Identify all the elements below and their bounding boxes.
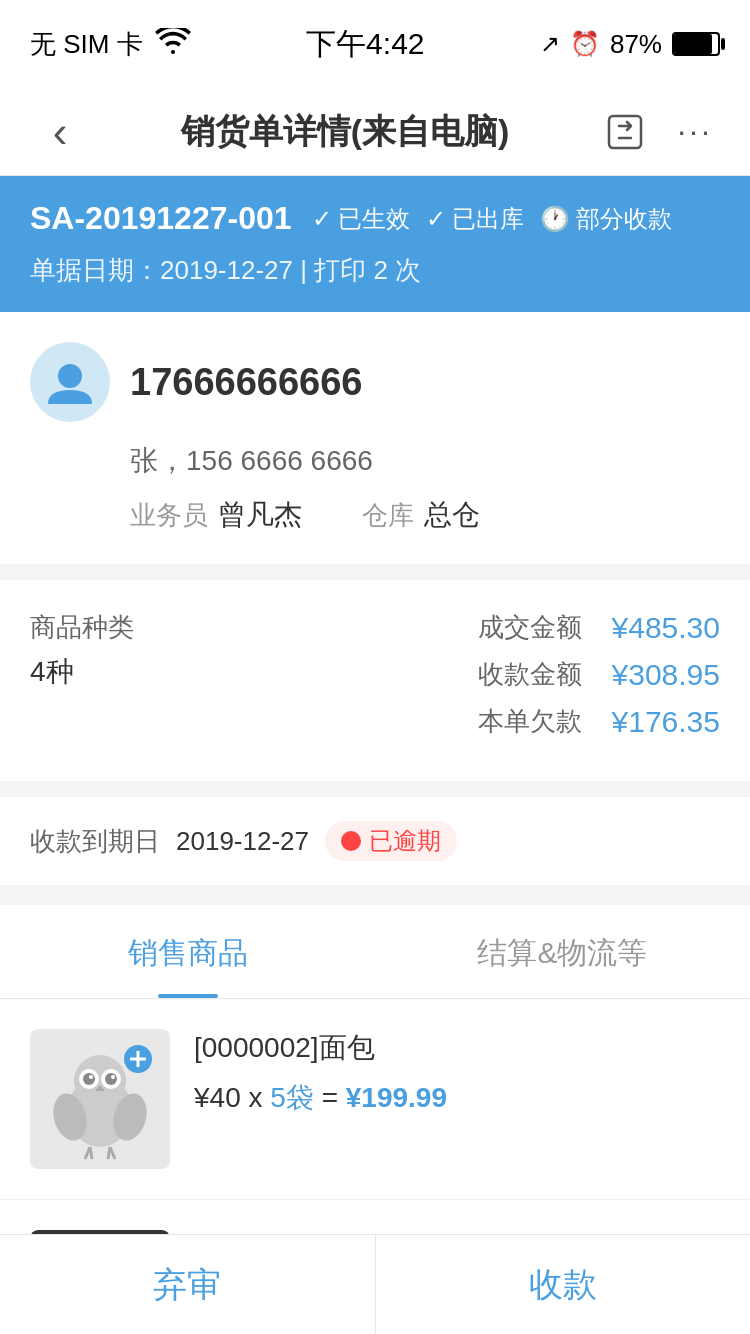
divider-1: [0, 564, 750, 580]
product-name-1: [0000002]面包: [194, 1029, 720, 1067]
debt-amount-row: 本单欠款 ¥176.35: [478, 704, 720, 739]
received-amount-row: 收款金额 ¥308.95: [478, 657, 720, 692]
nav-bar: ‹ 销货单详情(来自电脑) ···: [0, 88, 750, 176]
type-count: 4种: [30, 653, 134, 691]
order-header: SA-20191227-001 ✓ 已生效 ✓ 已出库 🕐 部分收款 单据日期：…: [0, 176, 750, 312]
status-activated: ✓ 已生效: [312, 203, 410, 235]
svg-line-15: [90, 1147, 92, 1159]
tab-sales-products[interactable]: 销售商品: [0, 905, 375, 998]
overdue-dot-icon: [341, 831, 361, 851]
svg-point-7: [83, 1073, 95, 1085]
product-price-1: ¥40 x 5袋 = ¥199.99: [194, 1079, 720, 1117]
sales-name: 曾凡杰: [218, 496, 302, 534]
received-amount-value: ¥308.95: [612, 658, 720, 692]
product-quantity-1: 5袋: [270, 1082, 314, 1113]
svg-line-17: [108, 1147, 110, 1159]
customer-name: 17666666666: [130, 361, 362, 404]
check-icon-1: ✓: [312, 205, 332, 233]
status-left: 无 SIM 卡: [30, 27, 191, 62]
divider-2: [0, 781, 750, 797]
customer-info: 17666666666: [30, 342, 720, 422]
customer-section: 17666666666 张，156 6666 6666 业务员 曾凡杰 仓库 总…: [0, 312, 750, 564]
svg-point-1: [58, 364, 82, 388]
status-shipped: ✓ 已出库: [426, 203, 524, 235]
debt-amount-value: ¥176.35: [612, 705, 720, 739]
status-time: 下午4:42: [306, 24, 424, 65]
abandon-review-button[interactable]: 弃审: [0, 1235, 376, 1334]
clock-icon: 🕐: [540, 205, 570, 233]
tab-settlement[interactable]: 结算&物流等: [375, 905, 750, 998]
debt-amount-label: 本单欠款: [478, 704, 582, 739]
product-type-info: 商品种类 4种: [30, 610, 134, 691]
order-date: 单据日期：2019-12-27 | 打印 2 次: [30, 253, 720, 288]
deal-amount-row: 成交金额 ¥485.30: [478, 610, 720, 645]
nav-actions: ···: [600, 107, 720, 157]
status-badges: ✓ 已生效 ✓ 已出库 🕐 部分收款: [312, 203, 672, 235]
avatar: [30, 342, 110, 422]
product-total-1: ¥199.99: [346, 1082, 447, 1113]
deal-amount-label: 成交金额: [478, 610, 582, 645]
product-thumb-1: [30, 1029, 170, 1169]
deal-amount-value: ¥485.30: [612, 611, 720, 645]
status-bar: 无 SIM 卡 下午4:42 ↗ ⏰ 87%: [0, 0, 750, 88]
due-label: 收款到期日: [30, 824, 160, 859]
status-right: ↗ ⏰ 87%: [540, 29, 720, 60]
location-icon: ↗: [540, 30, 560, 58]
warehouse-label: 仓库: [362, 498, 414, 533]
back-icon: ‹: [53, 107, 68, 157]
amount-info: 成交金额 ¥485.30 收款金额 ¥308.95 本单欠款 ¥176.35: [478, 610, 720, 751]
summary-section: 商品种类 4种 成交金额 ¥485.30 收款金额 ¥308.95 本单欠款 ¥…: [0, 580, 750, 781]
product-info-1: [0000002]面包 ¥40 x 5袋 = ¥199.99: [194, 1029, 720, 1117]
collect-payment-button[interactable]: 收款: [376, 1235, 751, 1334]
svg-point-8: [105, 1073, 117, 1085]
battery-icon: [672, 32, 720, 56]
overdue-text: 已逾期: [369, 825, 441, 857]
tabs: 销售商品 结算&物流等: [0, 905, 750, 999]
page-title: 销货单详情(来自电脑): [181, 109, 510, 155]
carrier-text: 无 SIM 卡: [30, 27, 143, 62]
battery-percent: 87%: [610, 29, 662, 60]
wifi-icon: [155, 28, 191, 61]
overdue-badge: 已逾期: [325, 821, 457, 861]
status-partial-payment: 🕐 部分收款: [540, 203, 672, 235]
bottom-bar: 弃审 收款: [0, 1234, 750, 1334]
sales-info: 业务员 曾凡杰: [130, 496, 302, 534]
due-section: 收款到期日 2019-12-27 已逾期: [0, 797, 750, 885]
sales-label: 业务员: [130, 498, 208, 533]
order-id: SA-20191227-001: [30, 200, 292, 237]
list-item: [0000002]面包 ¥40 x 5袋 = ¥199.99: [0, 999, 750, 1200]
type-label: 商品种类: [30, 610, 134, 645]
due-date-value: 2019-12-27: [176, 826, 309, 857]
svg-point-9: [89, 1075, 93, 1079]
share-button[interactable]: [600, 107, 650, 157]
warehouse-info: 仓库 总仓: [362, 496, 480, 534]
divider-3: [0, 885, 750, 905]
warehouse-name: 总仓: [424, 496, 480, 534]
customer-meta: 业务员 曾凡杰 仓库 总仓: [30, 496, 720, 534]
customer-detail: 张，156 6666 6666: [30, 442, 720, 480]
more-button[interactable]: ···: [670, 107, 720, 157]
alarm-icon: ⏰: [570, 30, 600, 58]
received-amount-label: 收款金额: [478, 657, 582, 692]
svg-rect-0: [609, 116, 641, 148]
check-icon-2: ✓: [426, 205, 446, 233]
back-button[interactable]: ‹: [30, 102, 90, 162]
svg-point-10: [111, 1075, 115, 1079]
